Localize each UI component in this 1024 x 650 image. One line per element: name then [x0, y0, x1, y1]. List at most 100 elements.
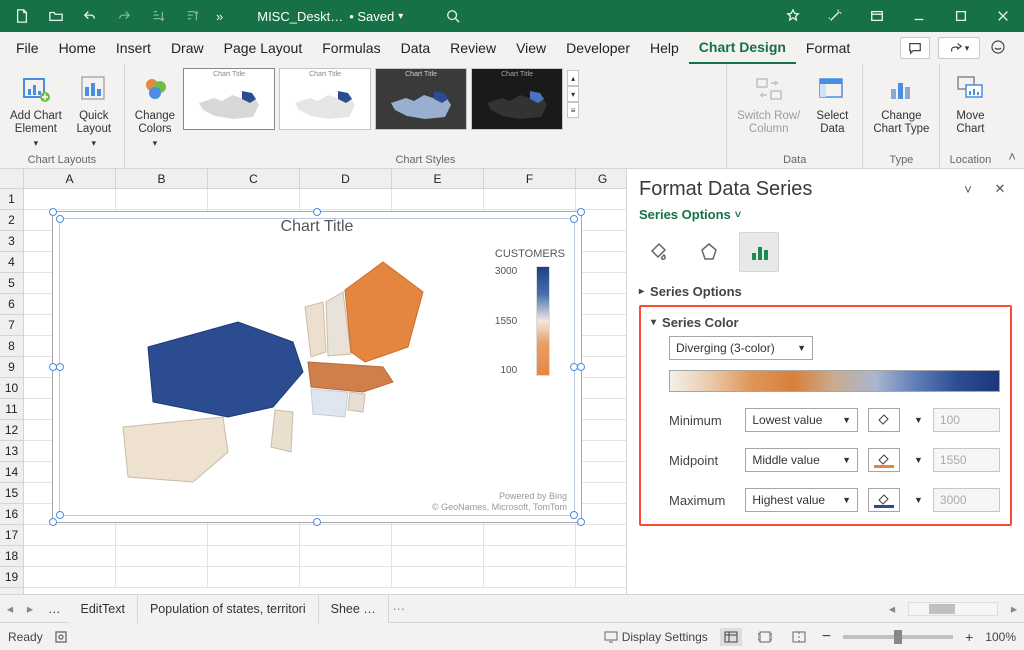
menu-insert[interactable]: Insert: [106, 32, 161, 64]
row-header[interactable]: 8: [0, 336, 23, 357]
ribbon-collapse[interactable]: ˄: [1000, 145, 1024, 168]
menu-home[interactable]: Home: [49, 32, 106, 64]
map-chart[interactable]: [93, 252, 443, 502]
comments-button[interactable]: [900, 37, 930, 59]
row-header[interactable]: 14: [0, 462, 23, 483]
ribbon-display-icon[interactable]: [856, 0, 898, 32]
view-page-layout-icon[interactable]: [754, 628, 776, 646]
mid-value-combo[interactable]: Middle value▼: [745, 448, 858, 472]
premium-icon[interactable]: [772, 0, 814, 32]
row-header[interactable]: 18: [0, 546, 23, 567]
style-thumb-4[interactable]: Chart Title: [471, 68, 563, 130]
menu-formulas[interactable]: Formulas: [312, 32, 390, 64]
new-file-icon[interactable]: [8, 2, 36, 30]
menu-file[interactable]: File: [6, 32, 49, 64]
gradient-preview[interactable]: [669, 370, 1000, 392]
row-header[interactable]: 10: [0, 378, 23, 399]
search-icon[interactable]: [439, 2, 467, 30]
zoom-level[interactable]: 100%: [985, 630, 1016, 644]
view-page-break-icon[interactable]: [788, 628, 810, 646]
share-button[interactable]: ▾: [938, 37, 980, 59]
row-header[interactable]: 5: [0, 273, 23, 294]
row-header[interactable]: 16: [0, 504, 23, 525]
add-chart-element-button[interactable]: Add Chart Element ▾: [6, 68, 66, 151]
menu-developer[interactable]: Developer: [556, 32, 640, 64]
max-value-combo[interactable]: Highest value▼: [745, 488, 858, 512]
sheet-tab-shee[interactable]: Shee …: [319, 595, 389, 623]
series-color-header[interactable]: ▾Series Color: [651, 315, 1000, 330]
styles-gallery-more[interactable]: ▴▾≡: [567, 68, 581, 120]
col-header[interactable]: B: [116, 169, 208, 189]
minimize-icon[interactable]: [898, 0, 940, 32]
row-header[interactable]: 13: [0, 441, 23, 462]
series-options-dropdown[interactable]: Series Options˅: [639, 207, 1012, 222]
mid-color-button[interactable]: [868, 448, 900, 472]
zoom-in-button[interactable]: +: [965, 629, 973, 645]
maximize-icon[interactable]: [940, 0, 982, 32]
undo-icon[interactable]: [76, 2, 104, 30]
menu-data[interactable]: Data: [391, 32, 441, 64]
menu-draw[interactable]: Draw: [161, 32, 214, 64]
row-header[interactable]: 7: [0, 315, 23, 336]
emoji-button[interactable]: [988, 37, 1008, 57]
quick-layout-button[interactable]: Quick Layout ▾: [70, 68, 118, 151]
chart-styles-gallery[interactable]: Chart Title Chart Title Chart Title Char…: [183, 68, 581, 138]
close-icon[interactable]: [982, 0, 1024, 32]
display-settings-button[interactable]: Display Settings: [604, 630, 708, 644]
tab-nav-prev[interactable]: ◂: [0, 601, 20, 616]
style-thumb-2[interactable]: Chart Title: [279, 68, 371, 130]
style-thumb-1[interactable]: Chart Title: [183, 68, 275, 130]
change-colors-button[interactable]: Change Colors ▾: [131, 68, 179, 151]
wand-icon[interactable]: [814, 0, 856, 32]
pane-close-icon[interactable]: ✕: [988, 177, 1012, 201]
view-normal-icon[interactable]: [720, 628, 742, 646]
sheet-tab-population[interactable]: Population of states, territori: [138, 595, 319, 623]
min-value-combo[interactable]: Lowest value▼: [745, 408, 858, 432]
style-thumb-3[interactable]: Chart Title: [375, 68, 467, 130]
row-header[interactable]: 6: [0, 294, 23, 315]
chart-legend[interactable]: CUSTOMERS 3000 1550 100: [495, 248, 565, 376]
color-type-combo[interactable]: Diverging (3-color)▼: [669, 336, 813, 360]
menu-chart-design[interactable]: Chart Design: [689, 32, 796, 64]
row-header[interactable]: 12: [0, 420, 23, 441]
col-header[interactable]: A: [24, 169, 116, 189]
effects-tab-icon[interactable]: [689, 232, 729, 272]
qat-overflow[interactable]: »: [212, 9, 227, 24]
row-header[interactable]: 9: [0, 357, 23, 378]
menu-page-layout[interactable]: Page Layout: [214, 32, 313, 64]
select-data-button[interactable]: Select Data: [808, 68, 856, 138]
max-color-button[interactable]: [868, 488, 900, 512]
sheet-tab-edittext[interactable]: EditText: [69, 595, 138, 623]
row-header[interactable]: 3: [0, 231, 23, 252]
row-header[interactable]: 2: [0, 210, 23, 231]
zoom-out-button[interactable]: −: [822, 628, 831, 646]
row-header[interactable]: 11: [0, 399, 23, 420]
sort-desc-icon[interactable]: [178, 2, 206, 30]
menu-view[interactable]: View: [506, 32, 556, 64]
open-file-icon[interactable]: [42, 2, 70, 30]
sort-asc-icon[interactable]: [144, 2, 172, 30]
tab-nav-next[interactable]: ▸: [20, 601, 40, 616]
menu-review[interactable]: Review: [440, 32, 506, 64]
horizontal-scrollbar[interactable]: [908, 602, 998, 616]
zoom-slider[interactable]: [843, 635, 953, 639]
change-chart-type-button[interactable]: Change Chart Type: [869, 68, 933, 138]
menu-format[interactable]: Format: [796, 32, 860, 64]
col-header[interactable]: C: [208, 169, 300, 189]
save-status[interactable]: • Saved▾: [349, 9, 403, 24]
macro-record-icon[interactable]: [55, 630, 71, 644]
col-header[interactable]: D: [300, 169, 392, 189]
col-header[interactable]: E: [392, 169, 484, 189]
menu-help[interactable]: Help: [640, 32, 689, 64]
series-tab-icon[interactable]: [739, 232, 779, 272]
chart-object[interactable]: Chart Title CUSTOMERS 3000 1550: [52, 211, 582, 523]
row-header[interactable]: 1: [0, 189, 23, 210]
row-header[interactable]: 15: [0, 483, 23, 504]
sheet-area[interactable]: ABCDEFG 12345678910111213141516171819 Ch…: [0, 169, 626, 594]
series-options-section[interactable]: ▸Series Options: [639, 284, 1012, 299]
redo-icon[interactable]: [110, 2, 138, 30]
col-header[interactable]: F: [484, 169, 576, 189]
move-chart-button[interactable]: Move Chart: [946, 68, 994, 138]
select-all-cell[interactable]: [0, 169, 24, 189]
row-header[interactable]: 4: [0, 252, 23, 273]
